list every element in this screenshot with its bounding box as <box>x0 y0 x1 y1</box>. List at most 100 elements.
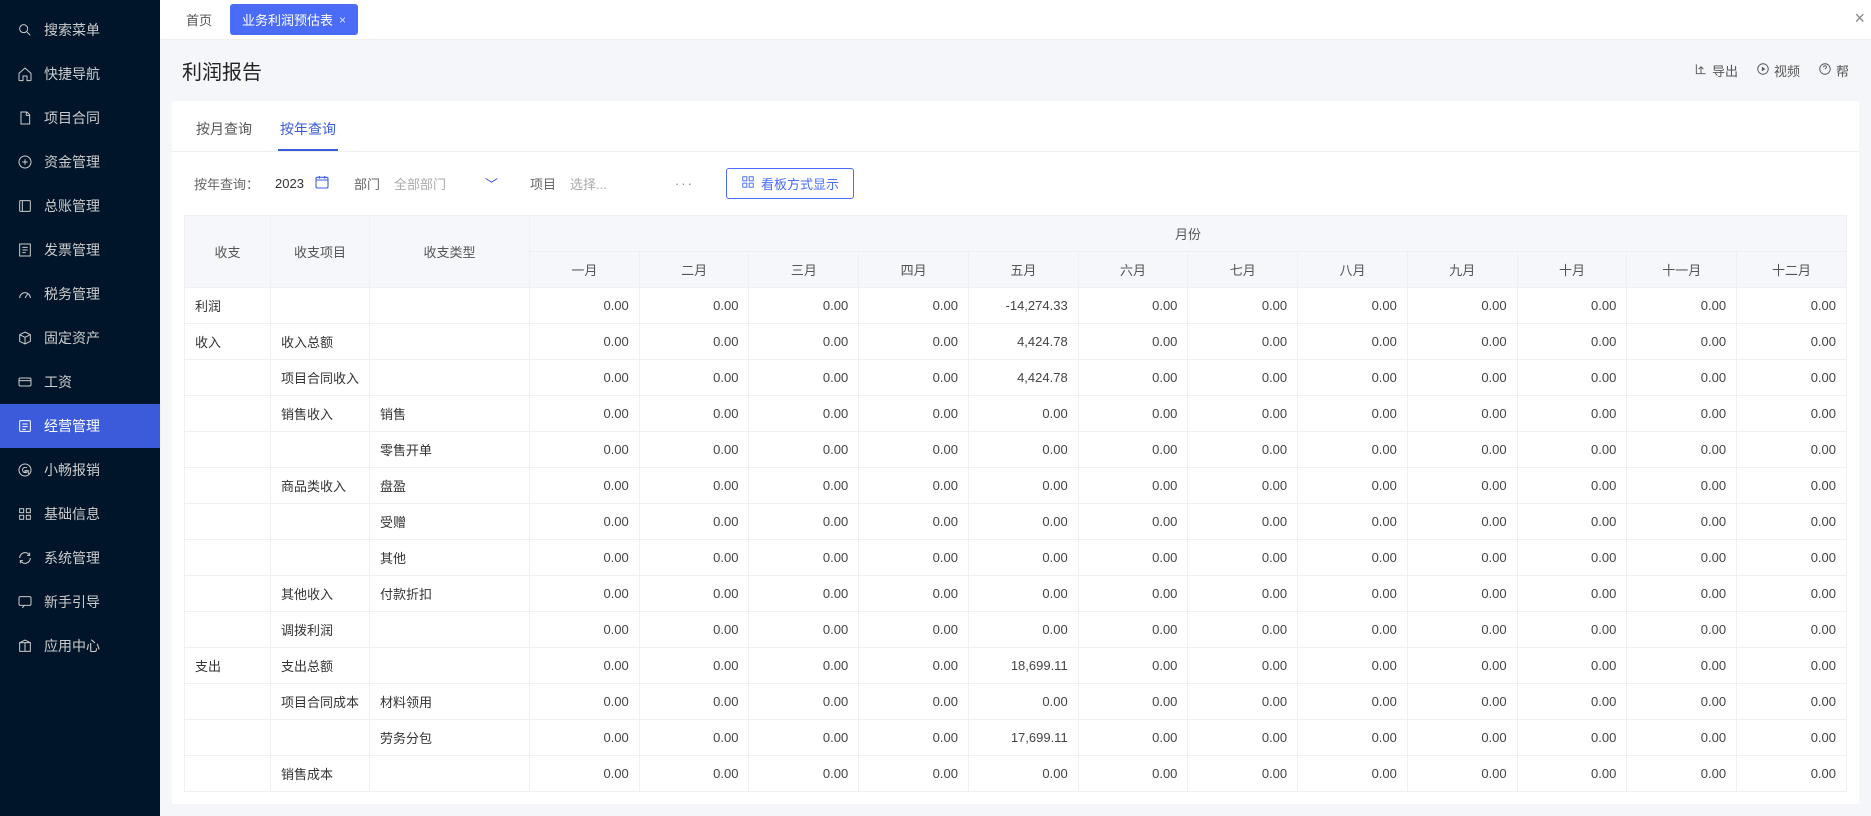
cell-c0: 收入 <box>185 324 271 360</box>
cell-c1: 项目合同收入 <box>271 360 370 396</box>
sidebar-item-beginner-guide[interactable]: 新手引导 <box>0 580 160 624</box>
cell-value: 0.00 <box>1407 324 1517 360</box>
cell-value: 0.00 <box>1737 576 1847 612</box>
search-icon <box>16 21 34 39</box>
main-area: 首页 业务利润预估表 × × 利润报告 导出 视频 <box>160 0 1871 816</box>
table-row: 项目合同收入0.000.000.000.004,424.780.000.000.… <box>185 360 1847 396</box>
cell-value: 0.00 <box>1737 504 1847 540</box>
cell-value: 0.00 <box>1298 324 1408 360</box>
cell-c2: 零售开单 <box>370 432 530 468</box>
cell-value: 0.00 <box>1188 612 1298 648</box>
cell-value: 0.00 <box>1627 756 1737 792</box>
cell-value: 0.00 <box>1078 324 1188 360</box>
cell-c1 <box>271 288 370 324</box>
cell-value: 0.00 <box>639 756 749 792</box>
sidebar-item-system-mgmt[interactable]: 系统管理 <box>0 536 160 580</box>
cell-value: 0.00 <box>1188 504 1298 540</box>
tabs-close-all-icon[interactable]: × <box>1854 8 1865 29</box>
dept-placeholder: 全部部门 <box>394 174 446 193</box>
sidebar-item-search-menu[interactable]: 搜索菜单 <box>0 8 160 52</box>
sidebar-item-tax-mgmt[interactable]: 税务管理 <box>0 272 160 316</box>
cell-value: 0.00 <box>1517 576 1627 612</box>
year-value[interactable]: 2023 <box>275 176 304 191</box>
sidebar-item-app-center[interactable]: 应用中心 <box>0 624 160 668</box>
cell-value: 0.00 <box>639 396 749 432</box>
sidebar-item-label: 应用中心 <box>44 636 100 656</box>
filter-row: 按年查询： 2023 部门 全部部门 ﹀ 项目 选择... ··· <box>172 152 1859 215</box>
cell-value: 0.00 <box>968 396 1078 432</box>
cell-value: 0.00 <box>1517 324 1627 360</box>
cell-value: 0.00 <box>968 576 1078 612</box>
col-header-month: 六月 <box>1078 252 1188 288</box>
kanban-btn-label: 看板方式显示 <box>761 174 839 193</box>
cell-c1: 调拨利润 <box>271 612 370 648</box>
cell-value: 0.00 <box>1407 360 1517 396</box>
sidebar-item-xiaochang-reimburse[interactable]: 小畅报销 <box>0 448 160 492</box>
cell-c1 <box>271 432 370 468</box>
cell-value: 0.00 <box>1298 648 1408 684</box>
tab-active[interactable]: 业务利润预估表 × <box>230 4 358 35</box>
export-button[interactable]: 导出 <box>1694 61 1738 80</box>
col-header: 收支 <box>185 216 271 288</box>
col-header-month: 三月 <box>749 252 859 288</box>
sidebar-item-fund-mgmt[interactable]: 资金管理 <box>0 140 160 184</box>
sidebar-item-fixed-assets[interactable]: 固定资产 <box>0 316 160 360</box>
sidebar-item-project-contract[interactable]: 项目合同 <box>0 96 160 140</box>
cell-value: 0.00 <box>1737 648 1847 684</box>
cell-c0 <box>185 360 271 396</box>
cell-c0 <box>185 612 271 648</box>
table-row: 项目合同成本材料领用0.000.000.000.000.000.000.000.… <box>185 684 1847 720</box>
cell-value: 0.00 <box>1407 504 1517 540</box>
cell-value: 0.00 <box>1298 720 1408 756</box>
cell-value: 0.00 <box>530 324 640 360</box>
kanban-view-button[interactable]: 看板方式显示 <box>726 168 854 199</box>
year-filter: 按年查询： 2023 <box>194 174 330 193</box>
sidebar-item-invoice-mgmt[interactable]: 发票管理 <box>0 228 160 272</box>
sidebar-item-ledger-mgmt[interactable]: 总账管理 <box>0 184 160 228</box>
sidebar-item-label: 税务管理 <box>44 284 100 304</box>
subtab-monthly[interactable]: 按月查询 <box>194 111 254 151</box>
sidebar-item-label: 总账管理 <box>44 196 100 216</box>
sidebar-item-label: 工资 <box>44 372 72 392</box>
cell-value: 0.00 <box>1627 576 1737 612</box>
cell-value: 0.00 <box>639 288 749 324</box>
sidebar-item-salary[interactable]: 工资 <box>0 360 160 404</box>
cell-value: 0.00 <box>1188 720 1298 756</box>
sidebar-item-operation-mgmt[interactable]: 经营管理 <box>0 404 160 448</box>
sidebar-item-basic-info[interactable]: 基础信息 <box>0 492 160 536</box>
cell-value: 0.00 <box>530 612 640 648</box>
cell-value: 0.00 <box>749 432 859 468</box>
help-button[interactable]: 帮 <box>1818 61 1849 80</box>
cell-value: 0.00 <box>1517 360 1627 396</box>
sub-tabs: 按月查询 按年查询 <box>172 101 1859 152</box>
video-button[interactable]: 视频 <box>1756 61 1800 80</box>
cell-value: 0.00 <box>1188 360 1298 396</box>
table-scroll[interactable]: 收支收支项目收支类型月份一月二月三月四月五月六月七月八月九月十月十一月十二月 利… <box>184 215 1847 792</box>
project-select[interactable]: 选择... ··· <box>562 170 702 197</box>
dept-label: 部门 <box>354 174 380 193</box>
cell-c2: 盘盈 <box>370 468 530 504</box>
dept-select[interactable]: 全部部门 ﹀ <box>386 170 506 197</box>
cell-c0: 利润 <box>185 288 271 324</box>
cell-value: 0.00 <box>1407 468 1517 504</box>
cube-icon <box>16 329 34 347</box>
grid-icon <box>741 175 755 192</box>
table-row: 劳务分包0.000.000.000.0017,699.110.000.000.0… <box>185 720 1847 756</box>
calendar-icon[interactable] <box>314 174 330 193</box>
cell-c2 <box>370 288 530 324</box>
cell-value: -14,274.33 <box>968 288 1078 324</box>
cell-value: 0.00 <box>1407 396 1517 432</box>
cell-value: 0.00 <box>530 360 640 396</box>
tab-home[interactable]: 首页 <box>174 4 224 35</box>
close-icon[interactable]: × <box>339 13 346 27</box>
cell-c1: 商品类支出 <box>271 792 370 793</box>
cell-c2 <box>370 756 530 792</box>
cell-value: 0.00 <box>1078 684 1188 720</box>
sidebar-item-quick-nav[interactable]: 快捷导航 <box>0 52 160 96</box>
subtab-yearly[interactable]: 按年查询 <box>278 111 338 151</box>
sidebar-item-label: 资金管理 <box>44 152 100 172</box>
sidebar-item-label: 经营管理 <box>44 416 100 436</box>
cell-c1 <box>271 504 370 540</box>
export-label: 导出 <box>1712 61 1738 80</box>
cell-value: 0.00 <box>1517 288 1627 324</box>
